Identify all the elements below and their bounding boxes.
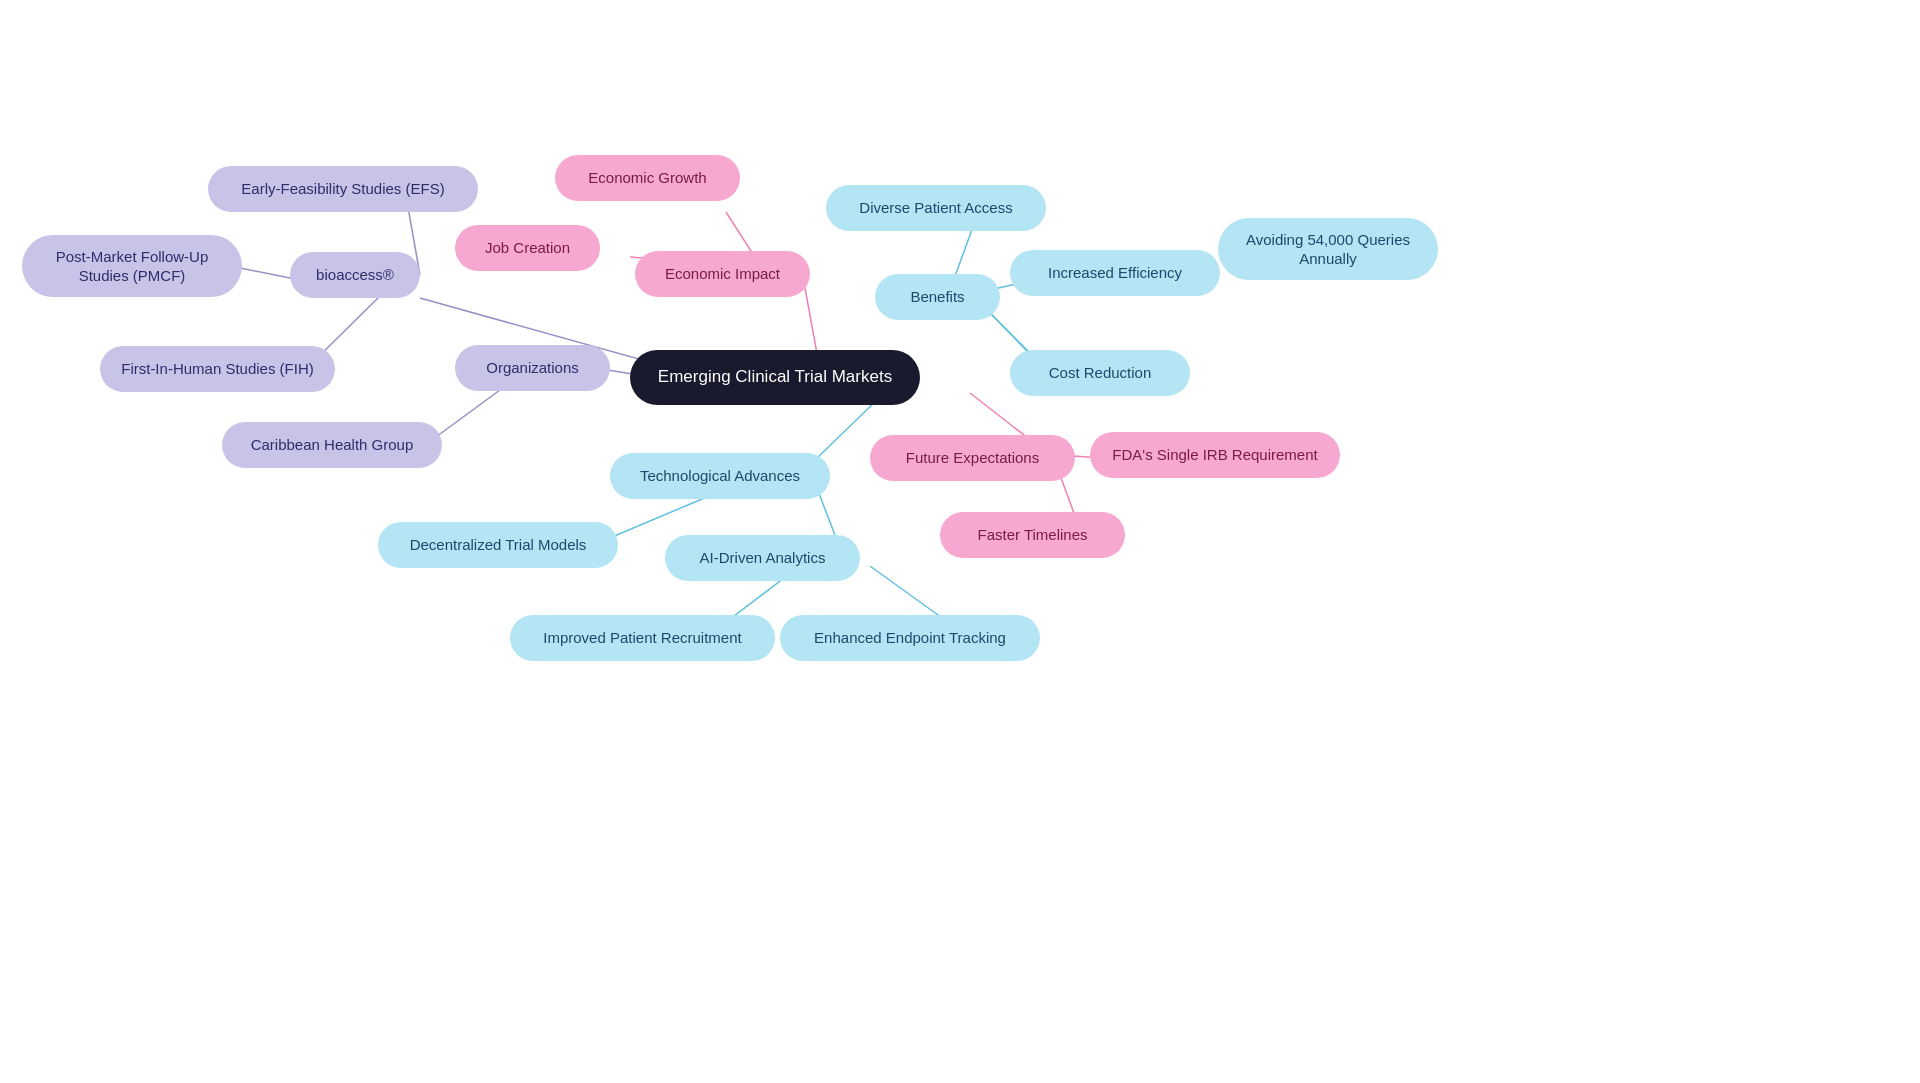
technological-advances-label: Technological Advances <box>640 466 800 486</box>
job-creation-node: Job Creation <box>455 225 600 271</box>
center-node: Emerging Clinical Trial Markets <box>630 350 920 405</box>
enhanced-endpoint-node: Enhanced Endpoint Tracking <box>780 615 1040 661</box>
economic-impact-node: Economic Impact <box>635 251 810 297</box>
pmcf-node: Post-Market Follow-Up Studies (PMCF) <box>22 235 242 297</box>
organizations-node: Organizations <box>455 345 610 391</box>
improved-recruitment-label: Improved Patient Recruitment <box>543 628 741 648</box>
avoiding-queries-label: Avoiding 54,000 Queries Annually <box>1238 230 1418 269</box>
faster-timelines-label: Faster Timelines <box>977 525 1087 545</box>
center-label: Emerging Clinical Trial Markets <box>658 366 892 388</box>
efs-label: Early-Feasibility Studies (EFS) <box>241 179 444 199</box>
job-creation-label: Job Creation <box>485 238 570 258</box>
cost-reduction-label: Cost Reduction <box>1049 363 1152 383</box>
decentralized-node: Decentralized Trial Models <box>378 522 618 568</box>
benefits-label: Benefits <box>910 287 964 307</box>
cost-reduction-node: Cost Reduction <box>1010 350 1190 396</box>
increased-efficiency-label: Increased Efficiency <box>1048 263 1182 283</box>
ai-driven-label: AI-Driven Analytics <box>700 548 826 568</box>
economic-growth-label: Economic Growth <box>588 168 706 188</box>
benefits-node: Benefits <box>875 274 1000 320</box>
improved-recruitment-node: Improved Patient Recruitment <box>510 615 775 661</box>
ai-driven-node: AI-Driven Analytics <box>665 535 860 581</box>
fih-node: First-In-Human Studies (FIH) <box>100 346 335 392</box>
future-expectations-node: Future Expectations <box>870 435 1075 481</box>
diverse-patient-label: Diverse Patient Access <box>859 198 1012 218</box>
efs-node: Early-Feasibility Studies (EFS) <box>208 166 478 212</box>
increased-efficiency-node: Increased Efficiency <box>1010 250 1220 296</box>
fda-irb-label: FDA's Single IRB Requirement <box>1112 445 1317 465</box>
fda-irb-node: FDA's Single IRB Requirement <box>1090 432 1340 478</box>
enhanced-endpoint-label: Enhanced Endpoint Tracking <box>814 628 1006 648</box>
caribbean-node: Caribbean Health Group <box>222 422 442 468</box>
faster-timelines-node: Faster Timelines <box>940 512 1125 558</box>
diverse-patient-node: Diverse Patient Access <box>826 185 1046 231</box>
bioaccess-node: bioaccess® <box>290 252 420 298</box>
pmcf-label: Post-Market Follow-Up Studies (PMCF) <box>42 247 222 286</box>
organizations-label: Organizations <box>486 358 579 378</box>
economic-impact-label: Economic Impact <box>665 264 780 284</box>
future-expectations-label: Future Expectations <box>906 448 1039 468</box>
avoiding-queries-node: Avoiding 54,000 Queries Annually <box>1218 218 1438 280</box>
economic-growth-node: Economic Growth <box>555 155 740 201</box>
technological-advances-node: Technological Advances <box>610 453 830 499</box>
decentralized-label: Decentralized Trial Models <box>410 535 587 555</box>
caribbean-label: Caribbean Health Group <box>251 435 414 455</box>
bioaccess-label: bioaccess® <box>316 265 394 285</box>
fih-label: First-In-Human Studies (FIH) <box>121 359 314 379</box>
